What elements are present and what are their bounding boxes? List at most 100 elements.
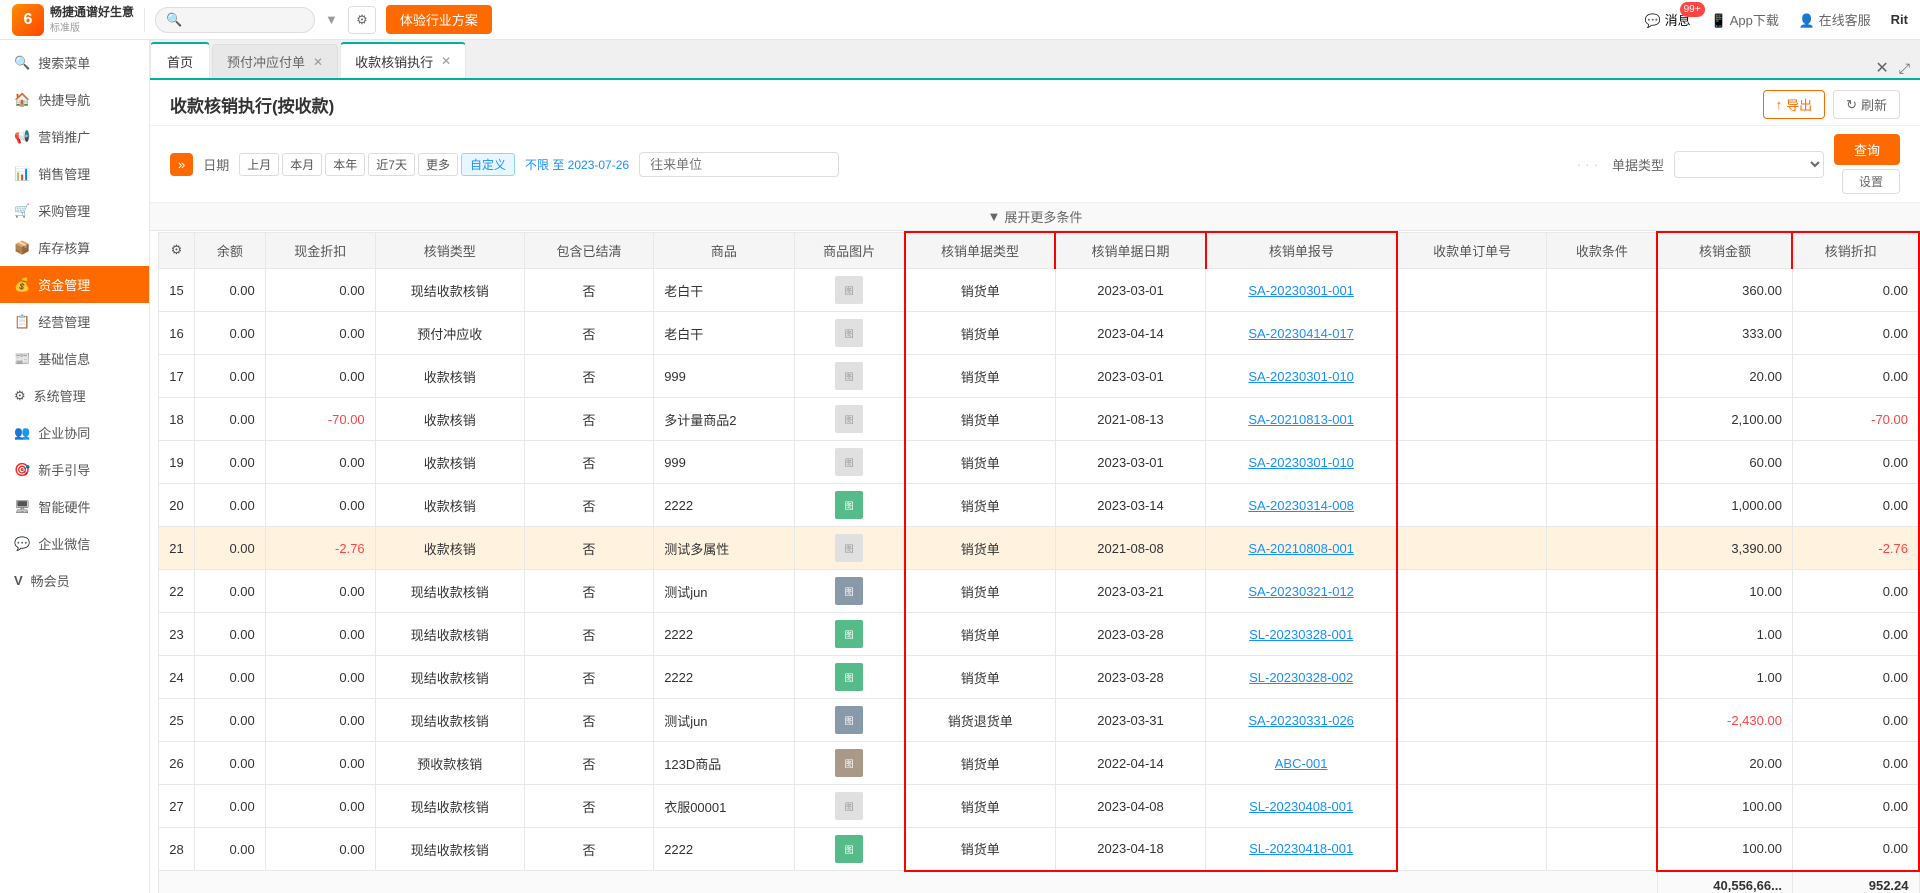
cell-no: 27 <box>159 785 195 828</box>
cell-receipt-order-no <box>1397 527 1547 570</box>
sidebar-item-guide[interactable]: 🎯 新手引导 <box>0 451 149 488</box>
tab-restore-icon[interactable]: ⤢ <box>1899 60 1910 77</box>
single-type-select[interactable] <box>1674 151 1824 178</box>
cell-product-image: 图 <box>794 570 905 613</box>
sidebar-item-navigation[interactable]: 🏠 快捷导航 <box>0 81 149 118</box>
sidebar-item-enterprise[interactable]: 👥 企业协同 <box>0 414 149 451</box>
cell-writeoff-bill-type: 销货单 <box>905 441 1056 484</box>
message-btn[interactable]: 💬 消息 99+ <box>1645 10 1691 29</box>
page-header: 收款核销执行(按收款) ↑ 导出 ↻ 刷新 <box>150 80 1920 126</box>
date-this-year[interactable]: 本年 <box>325 153 365 176</box>
refresh-button[interactable]: ↻ 刷新 <box>1833 90 1900 119</box>
cell-writeoff-bill-no[interactable]: SA-20230301-001 <box>1206 269 1397 312</box>
cell-product-image: 图 <box>794 828 905 871</box>
tab-home[interactable]: 首页 <box>150 42 210 78</box>
cell-writeoff-bill-no[interactable]: SA-20210808-001 <box>1206 527 1397 570</box>
cell-writeoff-bill-no[interactable]: SL-20230328-001 <box>1206 613 1397 656</box>
sidebar-item-finance[interactable]: 💰 资金管理 <box>0 266 149 303</box>
purchase-icon: 🛒 <box>14 203 30 219</box>
cell-writeoff-bill-no[interactable]: SA-20230321-012 <box>1206 570 1397 613</box>
topbar: 6 畅捷通谱好生意 标准版 🔍 ▼ ⚙ 体验行业方案 💬 消息 99+ 📱 Ap… <box>0 0 1920 40</box>
cell-writeoff-bill-no[interactable]: SA-20230301-010 <box>1206 441 1397 484</box>
filter-expand-btn[interactable]: » <box>170 153 193 176</box>
date-this-month[interactable]: 本月 <box>282 153 322 176</box>
cell-writeoff-amount: 360.00 <box>1657 269 1792 312</box>
date-range-wrapper: 不限 至 2023-07-26 <box>525 156 629 173</box>
date-last-month[interactable]: 上月 <box>239 153 279 176</box>
app-download-btn[interactable]: 📱 App下载 <box>1711 10 1779 29</box>
sidebar-item-operations[interactable]: 📋 经营管理 <box>0 303 149 340</box>
tab-writeoff[interactable]: 收款核销执行 ✕ <box>340 42 466 78</box>
cell-balance: 0.00 <box>195 699 266 742</box>
cell-writeoff-bill-no[interactable]: SL-20230408-001 <box>1206 785 1397 828</box>
partner-input[interactable] <box>639 152 839 177</box>
tab-close-icon[interactable]: ✕ <box>1875 58 1888 78</box>
table-row: 21 0.00 -2.76 收款核销 否 测试多属性 图 销货单 2021-08… <box>159 527 1920 570</box>
sidebar-item-system[interactable]: ⚙ 系统管理 <box>0 377 149 414</box>
cell-include-settled: 否 <box>524 656 653 699</box>
cell-writeoff-discount: 0.00 <box>1792 656 1919 699</box>
tab-prepay[interactable]: 预付冲应付单 ✕ <box>212 44 338 78</box>
operations-icon: 📋 <box>14 314 30 330</box>
cell-writeoff-bill-no[interactable]: SA-20230414-017 <box>1206 312 1397 355</box>
data-table: ⚙ 余额 现金折扣 核销类型 包含已结清 商品 商品图片 核销单据类型 核销单据… <box>158 231 1920 893</box>
tab-prepay-close-icon[interactable]: ✕ <box>313 55 323 69</box>
cell-writeoff-bill-type: 销货单 <box>905 656 1056 699</box>
cell-writeoff-bill-no[interactable]: SA-20230331-026 <box>1206 699 1397 742</box>
cell-writeoff-type: 现结收款核销 <box>375 613 524 656</box>
online-service-btn[interactable]: 👤 在线客服 <box>1799 10 1871 29</box>
cell-writeoff-bill-type: 销货单 <box>905 828 1056 871</box>
sidebar-item-purchase[interactable]: 🛒 采购管理 <box>0 192 149 229</box>
enterprise-icon: 👥 <box>14 425 30 441</box>
cell-include-settled: 否 <box>524 484 653 527</box>
cell-writeoff-discount: 0.00 <box>1792 828 1919 871</box>
cell-writeoff-type: 收款核销 <box>375 527 524 570</box>
export-button[interactable]: ↑ 导出 <box>1763 90 1826 119</box>
cell-writeoff-bill-no[interactable]: SA-20210813-001 <box>1206 398 1397 441</box>
cell-writeoff-bill-no[interactable]: SL-20230328-002 <box>1206 656 1397 699</box>
col-settings[interactable]: ⚙ <box>159 232 195 269</box>
cell-receipt-condition <box>1547 398 1658 441</box>
dots-separator: ··· <box>1577 157 1602 172</box>
cell-writeoff-bill-no[interactable]: ABC-001 <box>1206 742 1397 785</box>
tab-writeoff-close-icon[interactable]: ✕ <box>441 54 451 68</box>
cell-receipt-condition <box>1547 742 1658 785</box>
settings-gear-icon[interactable]: ⚙ <box>348 6 376 34</box>
solution-button[interactable]: 体验行业方案 <box>386 5 492 34</box>
query-button[interactable]: 查询 <box>1834 134 1900 165</box>
cell-product: 2222 <box>654 484 794 527</box>
col-product: 商品 <box>654 232 794 269</box>
sidebar-item-inventory[interactable]: 📦 库存核算 <box>0 229 149 266</box>
cell-writeoff-bill-type: 销货单 <box>905 398 1056 441</box>
cell-writeoff-type: 收款核销 <box>375 484 524 527</box>
sidebar-item-marketing[interactable]: 📢 营销推广 <box>0 118 149 155</box>
tabbar-right: ✕ ⤢ <box>1875 58 1920 78</box>
cell-writeoff-bill-no[interactable]: SL-20230418-001 <box>1206 828 1397 871</box>
date-last-7days[interactable]: 近7天 <box>368 153 415 176</box>
search-input[interactable]: 🔍 <box>155 7 315 33</box>
col-writeoff-type: 核销类型 <box>375 232 524 269</box>
date-custom[interactable]: 自定义 <box>461 153 515 176</box>
sidebar-item-sales[interactable]: 📊 销售管理 <box>0 155 149 192</box>
cell-writeoff-bill-no[interactable]: SA-20230301-010 <box>1206 355 1397 398</box>
cell-cash-discount: 0.00 <box>265 355 375 398</box>
cell-writeoff-bill-date: 2023-04-18 <box>1055 828 1206 871</box>
cell-include-settled: 否 <box>524 527 653 570</box>
sidebar-item-member[interactable]: V 畅会员 <box>0 562 149 599</box>
expand-more-btn[interactable]: ▼ 展开更多条件 <box>988 207 1083 226</box>
cell-product: 2222 <box>654 828 794 871</box>
search-menu-icon: 🔍 <box>14 55 30 71</box>
sidebar-item-basics[interactable]: 📰 基础信息 <box>0 340 149 377</box>
sidebar-item-wechat[interactable]: 💬 企业微信 <box>0 525 149 562</box>
cell-writeoff-discount: -70.00 <box>1792 398 1919 441</box>
sidebar-item-search[interactable]: 🔍 搜索菜单 <box>0 44 149 81</box>
dropdown-arrow-icon[interactable]: ▼ <box>325 12 338 27</box>
sidebar-item-hardware[interactable]: 🖥 智能硬件 <box>0 488 149 525</box>
date-more[interactable]: 更多 <box>418 153 458 176</box>
hardware-icon: 🖥 <box>14 499 31 515</box>
content-area: 首页 预付冲应付单 ✕ 收款核销执行 ✕ ✕ ⤢ 收款核销执行(按收款) ↑ 导… <box>150 40 1920 893</box>
cell-writeoff-type: 现结收款核销 <box>375 785 524 828</box>
cell-writeoff-bill-date: 2023-03-01 <box>1055 355 1206 398</box>
setting-button[interactable]: 设置 <box>1842 169 1900 194</box>
cell-writeoff-bill-no[interactable]: SA-20230314-008 <box>1206 484 1397 527</box>
